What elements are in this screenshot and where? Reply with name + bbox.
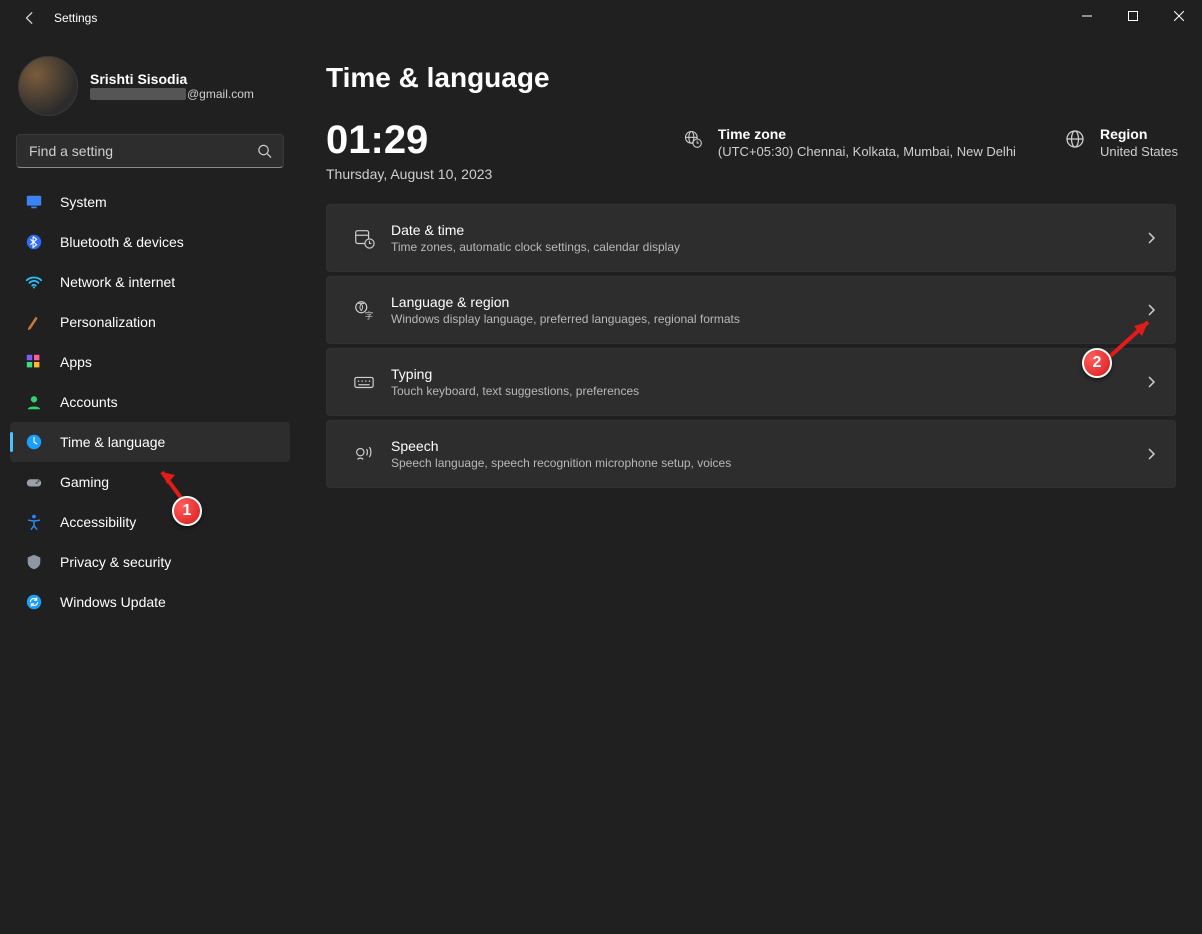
email-redacted (90, 88, 186, 100)
gamepad-icon (24, 472, 44, 492)
clock-display: 01:29 Thursday, August 10, 2023 (326, 120, 492, 182)
row-sub: Time zones, automatic clock settings, ca… (391, 240, 1145, 254)
keyboard-icon (345, 371, 383, 393)
search-icon (257, 144, 272, 159)
nav-label: Time & language (60, 434, 165, 450)
timezone-icon (682, 128, 704, 150)
row-sub: Windows display language, preferred lang… (391, 312, 1145, 326)
nav-label: Accessibility (60, 514, 136, 530)
maximize-button[interactable] (1110, 0, 1156, 32)
page-title: Time & language (326, 62, 1178, 94)
nav-label: Gaming (60, 474, 109, 490)
nav-network[interactable]: Network & internet (10, 262, 290, 302)
row-sub: Speech language, speech recognition micr… (391, 456, 1145, 470)
timezone-label: Time zone (718, 126, 1016, 142)
nav-label: Personalization (60, 314, 156, 330)
minimize-button[interactable] (1064, 0, 1110, 32)
nav-label: Accounts (60, 394, 118, 410)
window-title: Settings (54, 11, 97, 25)
monitor-icon (24, 192, 44, 212)
row-title: Language & region (391, 294, 1145, 310)
user-name: Srishti Sisodia (90, 71, 254, 87)
search-box[interactable] (16, 134, 284, 168)
accessibility-icon (24, 512, 44, 532)
user-email: @gmail.com (90, 87, 254, 101)
titlebar: Settings (0, 0, 1202, 36)
row-title: Speech (391, 438, 1145, 454)
nav-apps[interactable]: Apps (10, 342, 290, 382)
timezone-value: (UTC+05:30) Chennai, Kolkata, Mumbai, Ne… (718, 144, 1016, 159)
summary-row: 01:29 Thursday, August 10, 2023 Time zon… (326, 120, 1178, 182)
globe-icon (1064, 128, 1086, 150)
row-title: Date & time (391, 222, 1145, 238)
current-date: Thursday, August 10, 2023 (326, 166, 492, 182)
avatar (18, 56, 78, 116)
user-profile[interactable]: Srishti Sisodia @gmail.com (6, 48, 294, 134)
row-date-time[interactable]: Date & time Time zones, automatic clock s… (326, 204, 1176, 272)
nav-label: Windows Update (60, 594, 166, 610)
chevron-right-icon (1145, 376, 1157, 388)
clock-globe-icon (24, 432, 44, 452)
update-icon (24, 592, 44, 612)
nav-time-language[interactable]: Time & language (10, 422, 290, 462)
nav-list: System Bluetooth & devices Network & int… (6, 182, 294, 622)
speech-icon (345, 443, 383, 465)
shield-icon (24, 552, 44, 572)
region-label: Region (1100, 126, 1178, 142)
nav-accounts[interactable]: Accounts (10, 382, 290, 422)
close-button[interactable] (1156, 0, 1202, 32)
nav-system[interactable]: System (10, 182, 290, 222)
annotation-marker-1: 1 (172, 496, 202, 526)
calendar-clock-icon (345, 227, 383, 249)
nav-personalization[interactable]: Personalization (10, 302, 290, 342)
window-controls (1064, 0, 1202, 32)
search-input[interactable] (16, 134, 284, 168)
chevron-right-icon (1145, 232, 1157, 244)
nav-privacy[interactable]: Privacy & security (10, 542, 290, 582)
annotation-marker-2: 2 (1082, 348, 1112, 378)
timezone-summary[interactable]: Time zone (UTC+05:30) Chennai, Kolkata, … (682, 120, 1016, 159)
row-sub: Touch keyboard, text suggestions, prefer… (391, 384, 1145, 398)
bluetooth-icon (24, 232, 44, 252)
row-typing[interactable]: Typing Touch keyboard, text suggestions, … (326, 348, 1176, 416)
nav-label: Apps (60, 354, 92, 370)
region-summary[interactable]: Region United States (1064, 120, 1178, 159)
wifi-icon (24, 272, 44, 292)
nav-label: Network & internet (60, 274, 175, 290)
nav-update[interactable]: Windows Update (10, 582, 290, 622)
nav-label: Privacy & security (60, 554, 171, 570)
region-value: United States (1100, 144, 1178, 159)
current-time: 01:29 (326, 120, 492, 160)
row-title: Typing (391, 366, 1145, 382)
back-button[interactable] (16, 4, 44, 32)
paintbrush-icon (24, 312, 44, 332)
nav-label: Bluetooth & devices (60, 234, 184, 250)
nav-bluetooth[interactable]: Bluetooth & devices (10, 222, 290, 262)
nav-label: System (60, 194, 107, 210)
settings-rows: Date & time Time zones, automatic clock s… (326, 204, 1176, 488)
language-icon: 字 (345, 299, 383, 321)
main-content: Time & language 01:29 Thursday, August 1… (300, 36, 1202, 934)
chevron-right-icon (1145, 448, 1157, 460)
svg-text:字: 字 (365, 310, 373, 320)
person-icon (24, 392, 44, 412)
row-language-region[interactable]: 字 Language & region Windows display langu… (326, 276, 1176, 344)
row-speech[interactable]: Speech Speech language, speech recognitio… (326, 420, 1176, 488)
apps-icon (24, 352, 44, 372)
